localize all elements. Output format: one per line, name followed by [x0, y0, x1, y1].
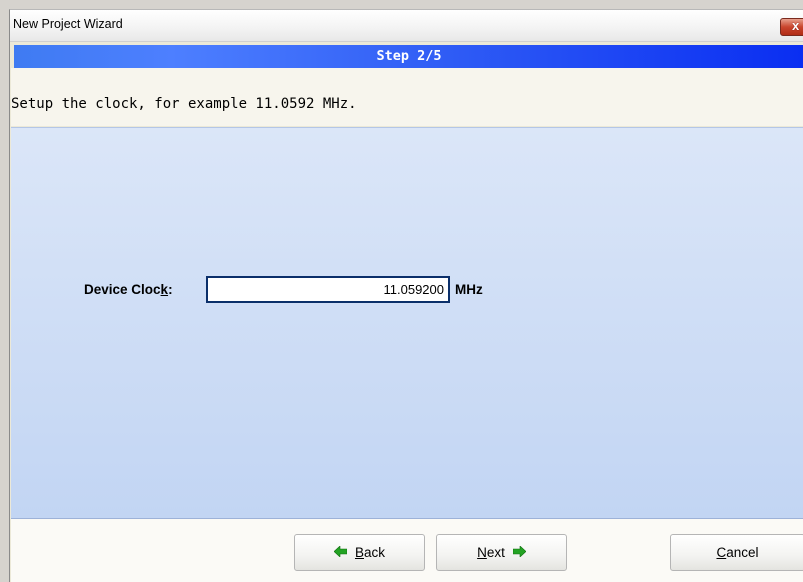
back-button[interactable]: Back — [294, 534, 425, 571]
device-clock-input[interactable] — [206, 276, 450, 303]
window-title: New Project Wizard — [13, 17, 123, 31]
step-indicator: Step 2/5 — [376, 48, 442, 64]
next-button-label: Next — [477, 545, 505, 560]
device-clock-label: Device Clock: — [84, 282, 173, 297]
title-bar: New Project Wizard x — [10, 10, 803, 42]
clock-unit-label: MHz — [455, 282, 483, 297]
arrow-left-icon — [333, 545, 348, 559]
button-bar: Back Next Cancel — [11, 519, 803, 582]
close-button[interactable]: x — [780, 18, 803, 36]
cancel-button-label: Cancel — [716, 545, 759, 560]
arrow-right-icon — [512, 545, 527, 559]
wizard-window: New Project Wizard x Step 2/5 Setup the … — [9, 9, 803, 582]
cancel-button[interactable]: Cancel — [670, 534, 803, 571]
close-icon: x — [792, 18, 800, 33]
next-button[interactable]: Next — [436, 534, 567, 571]
content-panel: Device Clock: MHz — [11, 127, 803, 519]
step-header: Step 2/5 — [14, 45, 803, 68]
instruction-panel: Setup the clock, for example 11.0592 MHz… — [11, 68, 803, 126]
back-button-label: Back — [354, 545, 386, 560]
instruction-text: Setup the clock, for example 11.0592 MHz… — [11, 96, 357, 112]
